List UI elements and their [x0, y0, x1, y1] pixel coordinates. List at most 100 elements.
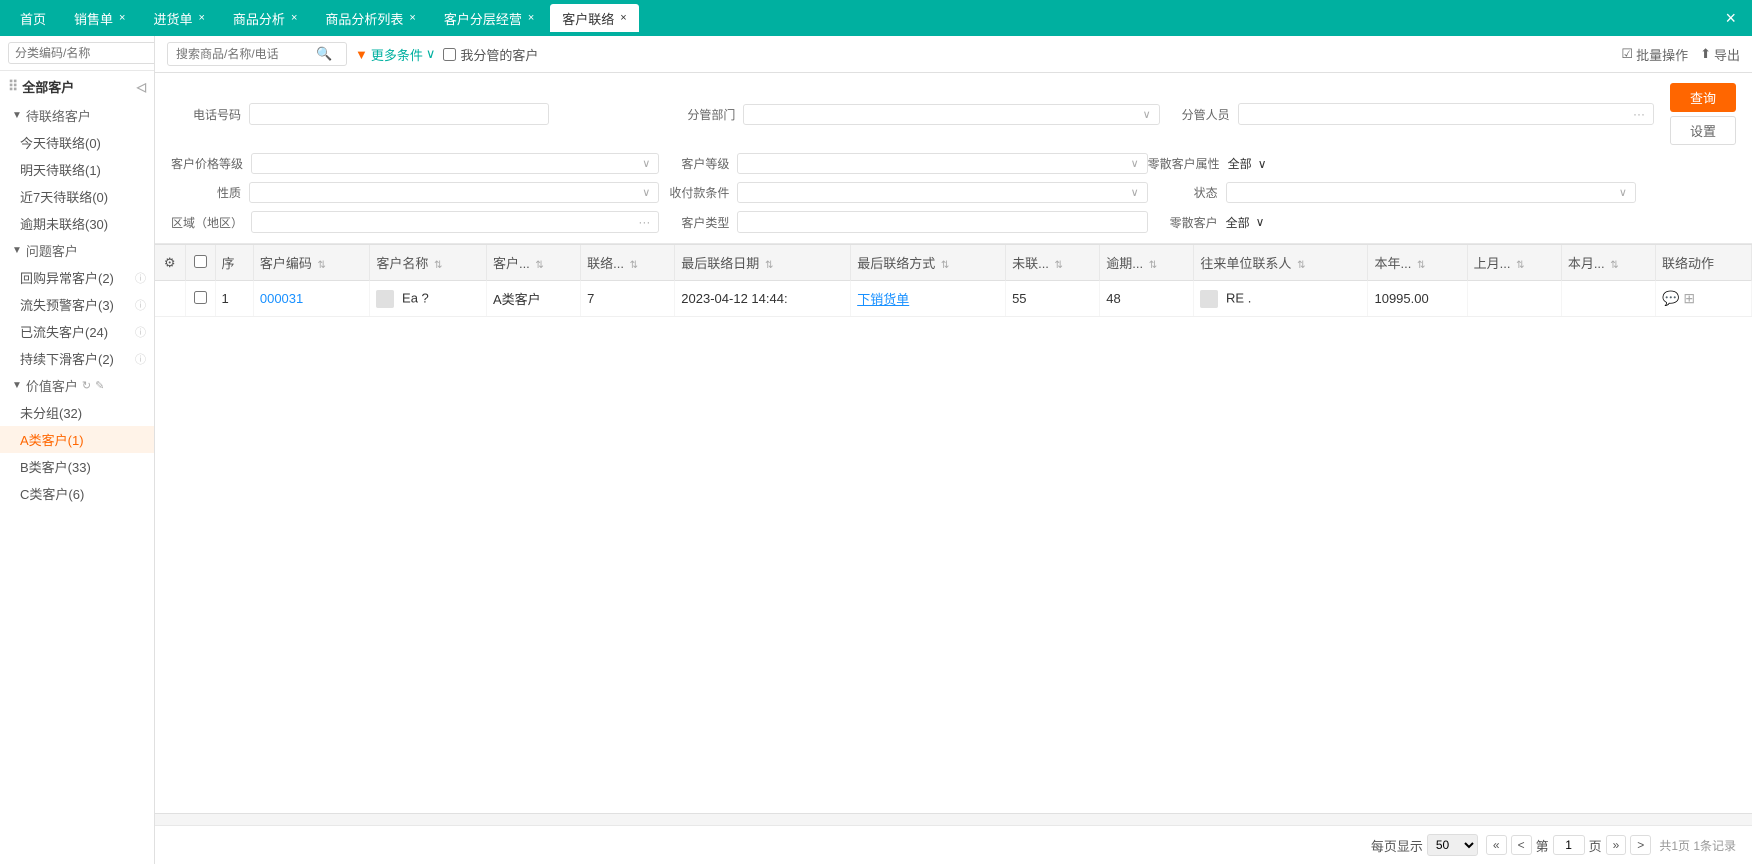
- my-customer-check[interactable]: [443, 48, 456, 61]
- customer-type-input[interactable]: [737, 211, 1147, 233]
- filter-cell-dept: 分管部门 ∨: [665, 104, 1159, 125]
- name-col-header[interactable]: 客户名称 ⇅: [370, 245, 487, 281]
- page-number-input[interactable]: [1553, 835, 1585, 855]
- filter-more-btn[interactable]: ▼ 更多条件 ∨: [355, 45, 435, 64]
- filter-row-3: 性质 ∨ 收付款条件 ∨ 状态: [171, 182, 1736, 203]
- export-btn[interactable]: ⬆ 导出: [1700, 45, 1740, 64]
- status-select[interactable]: ∨: [1226, 182, 1636, 203]
- close-window-icon[interactable]: ×: [1717, 8, 1744, 28]
- last-contact-date-col-header[interactable]: 最后联络日期 ⇅: [675, 245, 851, 281]
- person-dots[interactable]: ···: [1633, 107, 1645, 121]
- nav-item-purchase[interactable]: 进货单 ×: [141, 4, 216, 32]
- customer-level-select[interactable]: ∨: [737, 153, 1147, 174]
- nav-item-customer-contact[interactable]: 客户联络 ×: [550, 4, 638, 32]
- toolbar-search-icon[interactable]: 🔍: [316, 46, 332, 62]
- sidebar-search-input[interactable]: [8, 42, 155, 64]
- region-dots[interactable]: ···: [638, 215, 650, 229]
- group-value-customers[interactable]: ▼ 价值客户 ↻ ✎: [0, 372, 154, 399]
- code-col-header[interactable]: 客户编码 ⇅: [253, 245, 370, 281]
- nav-item-home[interactable]: 首页: [8, 4, 58, 32]
- sidebar-item-c-class[interactable]: C类客户(6): [0, 480, 154, 507]
- not-contacted-col-header[interactable]: 未联... ⇅: [1006, 245, 1100, 281]
- row-checkbox-cell[interactable]: [185, 281, 215, 317]
- nav-item-sales[interactable]: 销售单 ×: [62, 4, 137, 32]
- filter-cell-retail-attr: 零散客户属性 全部 ∨: [1148, 155, 1636, 172]
- last-contact-type-cell[interactable]: 下销货单: [851, 281, 1006, 317]
- payment-arrow: ∨: [1131, 186, 1139, 199]
- customer-level-label: 客户等级: [659, 155, 729, 172]
- edit-group-icon[interactable]: ✎: [95, 379, 104, 392]
- close-purchase-tab[interactable]: ×: [198, 12, 204, 24]
- retail-customer-select[interactable]: 全部 ∨: [1226, 214, 1265, 231]
- prev-page-btn[interactable]: <: [1511, 835, 1532, 855]
- collapse-sidebar-icon[interactable]: ◁: [137, 80, 146, 94]
- unit-contact-col-header[interactable]: 往来单位联系人 ⇅: [1194, 245, 1368, 281]
- level-col-header[interactable]: 客户... ⇅: [486, 245, 580, 281]
- sidebar-item-churned[interactable]: 已流失客户(24) ⓘ: [0, 318, 154, 345]
- price-level-select[interactable]: ∨: [251, 153, 659, 174]
- row-checkbox[interactable]: [194, 291, 207, 304]
- phone-label: 电话号码: [171, 106, 241, 123]
- phone-input[interactable]: [249, 103, 549, 125]
- sidebar-item-ungrouped[interactable]: 未分组(32): [0, 399, 154, 426]
- region-label: 区域（地区）: [171, 214, 243, 231]
- batch-op-btn[interactable]: ☑ 批量操作: [1621, 45, 1688, 64]
- nature-select[interactable]: ∨: [249, 182, 659, 203]
- checkbox-col-header[interactable]: [185, 245, 215, 281]
- nav-item-goods-analysis[interactable]: 商品分析 ×: [221, 4, 309, 32]
- filter-row-1: 电话号码 分管部门 ∨ 分管人员 ···: [171, 83, 1736, 145]
- dept-select[interactable]: ∨: [743, 104, 1159, 125]
- first-page-btn[interactable]: «: [1486, 835, 1507, 855]
- code-sort-icon: ⇅: [318, 260, 326, 271]
- sidebar-item-b-class[interactable]: B类客户(33): [0, 453, 154, 480]
- info-icon3: ⓘ: [135, 324, 146, 340]
- sidebar-item-week[interactable]: 近7天待联络(0): [0, 183, 154, 210]
- close-customer-contact-tab[interactable]: ×: [620, 12, 626, 24]
- top-nav: 首页 销售单 × 进货单 × 商品分析 × 商品分析列表 × 客户分层经营 × …: [0, 0, 1752, 36]
- query-btn[interactable]: 查询: [1670, 83, 1736, 112]
- sidebar-item-declining[interactable]: 持续下滑客户(2) ⓘ: [0, 345, 154, 372]
- select-all-checkbox[interactable]: [194, 255, 207, 268]
- next-page-btn[interactable]: »: [1606, 835, 1627, 855]
- last-month-col-header[interactable]: 上月... ⇅: [1467, 245, 1561, 281]
- sidebar-item-overdue[interactable]: 逾期未联络(30): [0, 210, 154, 237]
- group-pending-contact[interactable]: ▼ 待联络客户: [0, 102, 154, 129]
- search-input[interactable]: [176, 47, 316, 61]
- close-customer-segment-tab[interactable]: ×: [528, 12, 534, 24]
- person-select[interactable]: ···: [1238, 103, 1654, 125]
- nav-item-goods-analysis-list[interactable]: 商品分析列表 ×: [313, 4, 427, 32]
- sidebar-item-today[interactable]: 今天待联络(0): [0, 129, 154, 156]
- chat-action-icon[interactable]: 💬: [1662, 290, 1679, 307]
- contact-count-col-header[interactable]: 联络... ⇅: [581, 245, 675, 281]
- all-customers-header[interactable]: ⠿ 全部客户 ◁: [0, 71, 154, 102]
- sidebar-item-tomorrow[interactable]: 明天待联络(1): [0, 156, 154, 183]
- sidebar-item-churn-warning[interactable]: 流失预警客户(3) ⓘ: [0, 291, 154, 318]
- sidebar-item-repurchase-abnormal[interactable]: 回购异常客户(2) ⓘ: [0, 264, 154, 291]
- this-year-col-header[interactable]: 本年... ⇅: [1368, 245, 1467, 281]
- nav-item-customer-segment[interactable]: 客户分层经营 ×: [432, 4, 546, 32]
- customer-type-label: 客户类型: [659, 214, 729, 231]
- gear-col-header[interactable]: ⚙: [155, 245, 185, 281]
- refresh-icon[interactable]: ↻: [82, 379, 91, 392]
- sidebar-item-a-class[interactable]: A类客户(1): [0, 426, 154, 453]
- horizontal-scrollbar[interactable]: [155, 813, 1752, 825]
- setting-btn[interactable]: 设置: [1670, 116, 1736, 145]
- close-goods-analysis-tab[interactable]: ×: [291, 12, 297, 24]
- toolbar: 🔍 ▼ 更多条件 ∨ 我分管的客户 ☑ 批量操作 ⬆ 导出: [155, 36, 1752, 73]
- group-problem-customers[interactable]: ▼ 问题客户: [0, 237, 154, 264]
- scrollbar-inner: [155, 814, 1752, 815]
- region-select[interactable]: ···: [251, 211, 659, 233]
- last-contact-type-col-header[interactable]: 最后联络方式 ⇅: [851, 245, 1006, 281]
- overdue-col-header[interactable]: 逾期... ⇅: [1100, 245, 1194, 281]
- my-customer-checkbox[interactable]: 我分管的客户: [443, 45, 538, 64]
- filter-cell-phone: 电话号码: [171, 103, 665, 125]
- page-size-select[interactable]: 50 100 200: [1427, 834, 1478, 856]
- grid-action-icon[interactable]: ⊞: [1683, 290, 1695, 307]
- retail-attr-select[interactable]: 全部 ∨: [1228, 155, 1267, 172]
- payment-select[interactable]: ∨: [737, 182, 1147, 203]
- close-sales-tab[interactable]: ×: [119, 12, 125, 24]
- last-page-btn[interactable]: >: [1630, 835, 1651, 855]
- close-goods-list-tab[interactable]: ×: [409, 12, 415, 24]
- code-cell[interactable]: 000031: [253, 281, 370, 317]
- this-month-col-header[interactable]: 本月... ⇅: [1561, 245, 1655, 281]
